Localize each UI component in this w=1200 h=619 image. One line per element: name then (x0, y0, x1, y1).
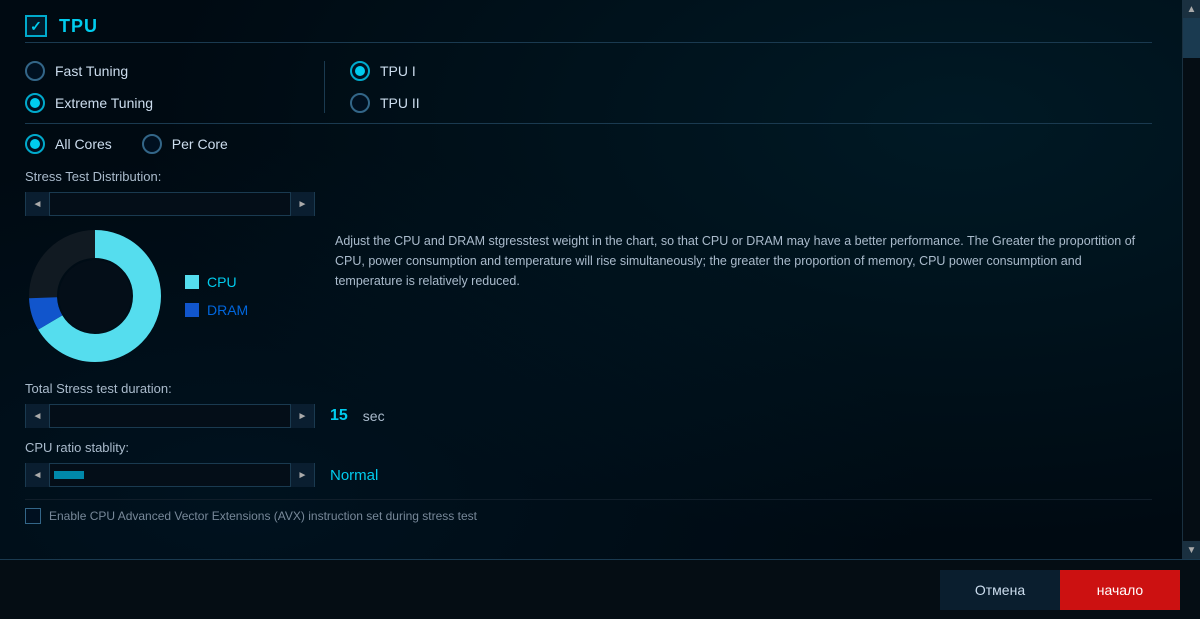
start-button[interactable]: начало (1060, 570, 1180, 610)
ratio-slider-track[interactable]: ◄ ► (25, 463, 315, 487)
ratio-slider-fill (54, 471, 84, 479)
ratio-slider-right-arrow[interactable]: ► (290, 463, 314, 487)
tuning-left-group: Fast Tuning Extreme Tuning (25, 61, 325, 113)
duration-row: ◄ ► 15 sec (25, 404, 1152, 428)
scrollbar[interactable]: ▲ ▼ (1182, 0, 1200, 559)
main-container: ▲ ▼ TPU Fast Tuning Extreme T (0, 0, 1200, 619)
content-area: TPU Fast Tuning Extreme Tuning (0, 0, 1182, 559)
stress-description: Adjust the CPU and DRAM stgresstest weig… (335, 226, 1152, 366)
dram-legend-color (185, 303, 199, 317)
divider-1 (25, 123, 1152, 124)
scroll-down-arrow[interactable]: ▼ (1183, 541, 1200, 559)
chart-area: CPU DRAM (25, 226, 315, 366)
cancel-button[interactable]: Отмена (940, 570, 1060, 610)
per-core-label: Per Core (172, 136, 228, 152)
all-cores-radio[interactable] (25, 134, 45, 154)
stress-slider-left-arrow[interactable]: ◄ (26, 192, 50, 216)
stress-test-section: Stress Test Distribution: ◄ ► (25, 169, 1152, 366)
tuning-options-row: Fast Tuning Extreme Tuning TPU I (25, 61, 1152, 113)
duration-slider-left-arrow[interactable]: ◄ (26, 404, 50, 428)
duration-value: 15 (330, 407, 348, 425)
cpu-legend-label: CPU (207, 274, 237, 290)
donut-chart (25, 226, 165, 366)
tpu-checkbox[interactable] (25, 15, 47, 37)
tpu1-radio-dot (355, 66, 365, 76)
duration-slider-right-arrow[interactable]: ► (290, 404, 314, 428)
per-core-option[interactable]: Per Core (142, 134, 228, 154)
per-core-radio[interactable] (142, 134, 162, 154)
fast-tuning-option[interactable]: Fast Tuning (25, 61, 304, 81)
ratio-label: CPU ratio stablity: (25, 440, 1152, 455)
ratio-slider-left-arrow[interactable]: ◄ (26, 463, 50, 487)
cores-row: All Cores Per Core (25, 134, 1152, 154)
extreme-tuning-radio-dot (30, 98, 40, 108)
stress-test-label: Stress Test Distribution: (25, 169, 1152, 184)
cpu-legend-item: CPU (185, 274, 248, 290)
tpu-header: TPU (25, 15, 1152, 43)
ratio-value: Normal (330, 467, 378, 484)
hint-text: Enable CPU Advanced Vector Extensions (A… (49, 509, 477, 523)
tpu2-option[interactable]: TPU II (350, 93, 420, 113)
fast-tuning-radio[interactable] (25, 61, 45, 81)
tuning-right-group: TPU I TPU II (325, 61, 420, 113)
ratio-section: CPU ratio stablity: ◄ ► Normal (25, 440, 1152, 487)
tpu2-radio[interactable] (350, 93, 370, 113)
scroll-up-arrow[interactable]: ▲ (1183, 0, 1200, 18)
all-cores-option[interactable]: All Cores (25, 134, 112, 154)
tpu2-label: TPU II (380, 95, 420, 111)
dram-legend-item: DRAM (185, 302, 248, 318)
tpu1-option[interactable]: TPU I (350, 61, 420, 81)
duration-label: Total Stress test duration: (25, 381, 1152, 396)
hint-row: Enable CPU Advanced Vector Extensions (A… (25, 499, 1152, 524)
donut-legend-row: CPU DRAM (25, 226, 315, 366)
duration-unit: sec (363, 408, 385, 424)
tpu1-label: TPU I (380, 63, 416, 79)
dram-legend-label: DRAM (207, 302, 248, 318)
stress-slider-wrapper: ◄ ► (25, 192, 315, 216)
stress-slider-right-arrow[interactable]: ► (290, 192, 314, 216)
avx-checkbox[interactable] (25, 508, 41, 524)
scroll-track (1183, 18, 1200, 541)
duration-section: Total Stress test duration: ◄ ► 15 sec (25, 381, 1152, 428)
scroll-thumb[interactable] (1183, 18, 1200, 58)
all-cores-label: All Cores (55, 136, 112, 152)
extreme-tuning-label: Extreme Tuning (55, 95, 153, 111)
legend-items: CPU DRAM (185, 274, 248, 318)
stress-content: CPU DRAM Adjust the CPU and DRAM stgress… (25, 226, 1152, 366)
tpu-title: TPU (59, 16, 98, 37)
extreme-tuning-option[interactable]: Extreme Tuning (25, 93, 304, 113)
ratio-row: ◄ ► Normal (25, 463, 1152, 487)
cpu-legend-color (185, 275, 199, 289)
duration-slider-track[interactable]: ◄ ► (25, 404, 315, 428)
tpu1-radio[interactable] (350, 61, 370, 81)
extreme-tuning-radio[interactable] (25, 93, 45, 113)
bottom-bar: Отмена начало (0, 559, 1200, 619)
fast-tuning-label: Fast Tuning (55, 63, 128, 79)
all-cores-radio-dot (30, 139, 40, 149)
stress-slider-track[interactable]: ◄ ► (25, 192, 315, 216)
